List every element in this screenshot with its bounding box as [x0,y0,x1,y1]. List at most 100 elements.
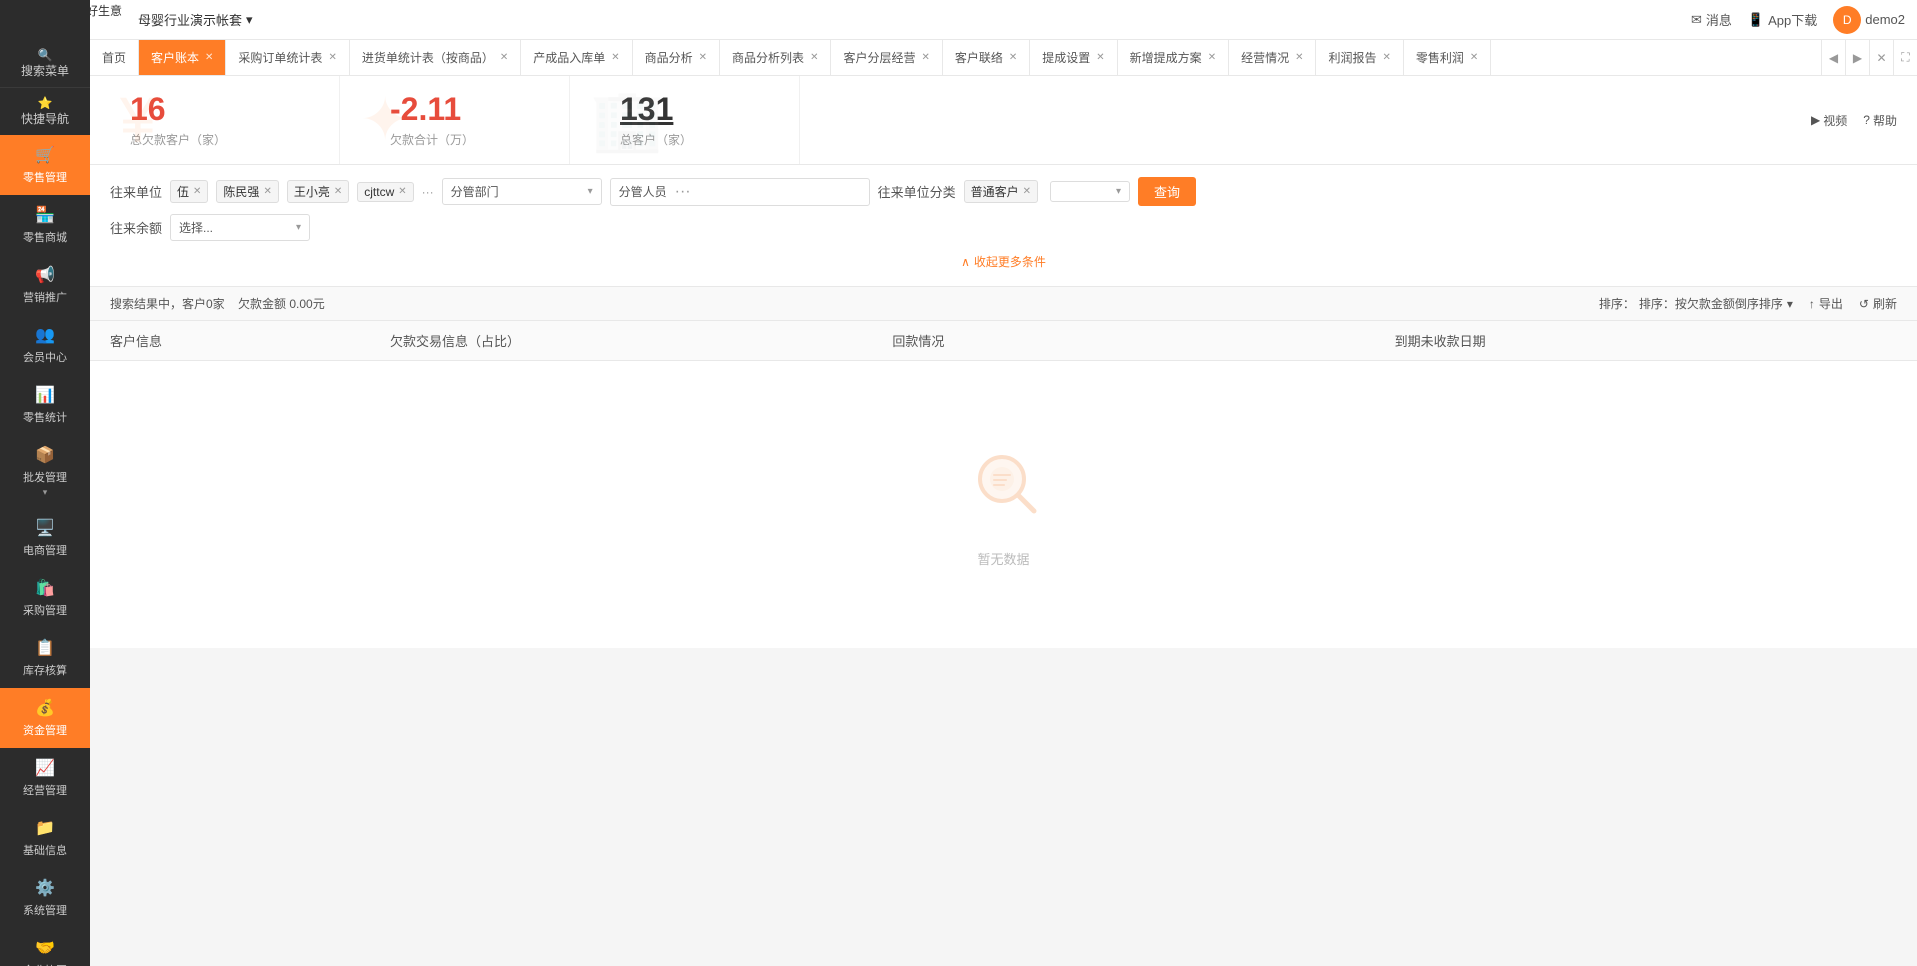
filter-tag-wu: 伍 ✕ [170,180,208,203]
remove-tag-common[interactable]: ✕ [1023,186,1031,197]
nav-tab-commission-settings[interactable]: 提成设置 ✕ [1030,40,1117,76]
sidebar-item-corp-coop[interactable]: 🤝 企业协同 [0,928,90,966]
nav-tab-home[interactable]: 首页 [90,40,139,76]
nav-tab-operation[interactable]: 经营情况 ✕ [1229,40,1316,76]
empty-state: 暂无数据 [90,361,1917,648]
filter-tag-chen: 陈民强 ✕ [216,180,278,203]
nav-tab-customer-contact[interactable]: 客户联络 ✕ [943,40,1030,76]
nav-close-all-btn[interactable]: ✕ [1869,40,1893,76]
close-product-inbound-tab[interactable]: ✕ [611,52,619,63]
top-bar-right: ✉ 消息 📱 App下载 D demo2 [1691,6,1905,34]
close-customer-contact-tab[interactable]: ✕ [1009,52,1017,63]
close-operation-tab[interactable]: ✕ [1295,52,1303,63]
empty-state-icon [964,441,1044,537]
export-icon: ↑ [1809,297,1815,311]
retail-mall-icon: 🏪 [35,205,55,225]
close-purchase-order-tab[interactable]: ✕ [328,52,336,63]
close-retail-profit-tab[interactable]: ✕ [1470,52,1478,63]
close-product-analysis-tab[interactable]: ✕ [699,52,707,63]
unit-filter-label: 往来单位 [110,182,162,201]
video-btn[interactable]: ▶ 视频 [1811,112,1847,129]
remove-tag-chen[interactable]: ✕ [263,186,271,197]
balance-select-arrow: ▾ [296,222,301,233]
close-new-commission-tab[interactable]: ✕ [1208,52,1216,63]
close-product-analysis-list-tab[interactable]: ✕ [810,52,818,63]
nav-tab-product-analysis[interactable]: 商品分析 ✕ [633,40,720,76]
sidebar-item-inventory[interactable]: 📋 库存核算 [0,628,90,688]
balance-select[interactable]: 选择... ▾ [170,214,310,241]
th-customer-info: 客户信息 [110,331,390,350]
close-inbound-stats-tab[interactable]: ✕ [500,52,508,63]
unit-type-select-wrapper: ▾ [1050,181,1130,202]
remove-tag-cjttcw[interactable]: ✕ [398,186,406,197]
sidebar-item-marketing[interactable]: 📢 营销推广 [0,255,90,315]
sidebar-item-retail-stats[interactable]: 📊 零售统计 [0,375,90,435]
nav-expand-btn[interactable]: ⛶ [1893,40,1917,76]
nav-tab-customer-tier[interactable]: 客户分层经营 ✕ [831,40,942,76]
table-header: 客户信息 欠款交易信息（占比） 回款情况 到期未收款日期 [90,321,1917,361]
user-avatar[interactable]: D demo2 [1833,6,1905,34]
nav-tab-product-inbound[interactable]: 产成品入库单 ✕ [521,40,632,76]
sidebar-item-operation[interactable]: 📈 经营管理 [0,748,90,808]
person-select[interactable]: 分管人员 ··· [610,178,870,206]
corp-coop-icon: 🤝 [35,938,55,958]
batch-mgmt-icon: 📦 [35,445,55,465]
close-commission-settings-tab[interactable]: ✕ [1096,52,1104,63]
data-table: 客户信息 欠款交易信息（占比） 回款情况 到期未收款日期 暂无数据 [90,321,1917,648]
query-button[interactable]: 查询 [1138,177,1196,206]
sidebar-item-base-info[interactable]: 📁 基础信息 [0,808,90,868]
close-profit-report-tab[interactable]: ✕ [1383,52,1391,63]
stat-block-total-customers: 🏢 131 总客户（家） [570,76,800,164]
collapse-btn[interactable]: ∧ 收起更多条件 [110,249,1897,274]
nav-tab-profit-report[interactable]: 利润报告 ✕ [1316,40,1403,76]
sidebar-search[interactable]: 🔍 搜索菜单 [0,40,90,88]
close-customer-tier-tab[interactable]: ✕ [921,52,929,63]
sidebar-item-retail-mgmt[interactable]: 🛒 零售管理 [0,135,90,195]
sidebar-item-purchase[interactable]: 🛍️ 采购管理 [0,568,90,628]
filter-more-btn[interactable]: ··· [422,185,434,199]
filter-row-1: 往来单位 伍 ✕ 陈民强 ✕ 王小亮 ✕ cjttcw ✕ ··· 分管部门 ▾ [110,177,1897,206]
nav-tab-product-analysis-list[interactable]: 商品分析列表 ✕ [720,40,831,76]
nav-tab-new-commission[interactable]: 新增提成方案 ✕ [1118,40,1229,76]
sidebar-item-ecommerce[interactable]: 🖥️ 电商管理 [0,508,90,568]
main-content: ¥ 16 总欠款客户（家） ✦ -2.11 欠款合计（万） 🏢 131 总客户（… [90,76,1917,966]
dept-select[interactable]: 分管部门 ▾ [442,178,602,205]
avatar-icon: D [1833,6,1861,34]
nav-tab-account[interactable]: 客户账本 ✕ [139,40,226,76]
sidebar-quick-nav[interactable]: ⭐ 快捷导航 [21,88,69,135]
person-more-btn[interactable]: ··· [671,183,695,201]
nav-tab-purchase-order[interactable]: 采购订单统计表 ✕ [226,40,349,76]
empty-state-text: 暂无数据 [977,549,1029,568]
sidebar-item-retail-mall[interactable]: 🏪 零售商城 [0,195,90,255]
nav-tab-retail-profit[interactable]: 零售利润 ✕ [1404,40,1491,76]
nav-tab-inbound-stats[interactable]: 进货单统计表（按商品） ✕ [350,40,521,76]
balance-filter-label: 往来余额 [110,218,162,237]
unit-type-more-select[interactable]: ▾ [1050,181,1130,202]
message-btn[interactable]: ✉ 消息 [1691,10,1732,29]
nav-arrows: ◀ ▶ ✕ ⛶ [1821,40,1917,76]
nav-tabs: 首页 客户账本 ✕ 采购订单统计表 ✕ 进货单统计表（按商品） ✕ 产成品入库单… [90,40,1917,76]
purchase-icon: 🛍️ [35,578,55,598]
filter-tag-common-customer: 普通客户 ✕ [964,180,1038,203]
th-due-date: 到期未收款日期 [1395,331,1897,350]
sidebar-item-finance[interactable]: 💰 资金管理 [0,688,90,748]
export-btn[interactable]: ↑ 导出 [1809,295,1843,312]
nav-next-btn[interactable]: ▶ [1845,40,1869,76]
remove-tag-wu[interactable]: ✕ [193,186,201,197]
unit-type-label: 往来单位分类 [878,182,956,201]
help-btn[interactable]: ? 帮助 [1863,112,1897,129]
sidebar-item-member[interactable]: 👥 会员中心 [0,315,90,375]
remove-tag-wang[interactable]: ✕ [334,186,342,197]
app-download-btn[interactable]: 📱 App下载 [1748,10,1817,29]
sys-mgmt-icon: ⚙️ [35,878,55,898]
close-account-tab[interactable]: ✕ [205,52,213,63]
sidebar: 🔍 搜索菜单 ⭐ 快捷导航 🛒 零售管理 🏪 零售商城 📢 营销推广 👥 会员中… [0,0,90,966]
marketing-icon: 📢 [35,265,55,285]
sidebar-item-sys-mgmt[interactable]: ⚙️ 系统管理 [0,868,90,928]
sidebar-item-batch-mgmt[interactable]: 📦 批发管理 ▾ [0,435,90,508]
result-actions: 排序： 排序：按欠款金额倒序排序 ▾ ↑ 导出 ↺ 刷新 [1599,295,1897,312]
refresh-btn[interactable]: ↺ 刷新 [1859,295,1897,312]
nav-prev-btn[interactable]: ◀ [1821,40,1845,76]
workspace-selector[interactable]: 母婴行业演示帐套 ▾ [130,10,261,29]
sort-select[interactable]: 排序： 排序：按欠款金额倒序排序 ▾ [1599,295,1793,312]
